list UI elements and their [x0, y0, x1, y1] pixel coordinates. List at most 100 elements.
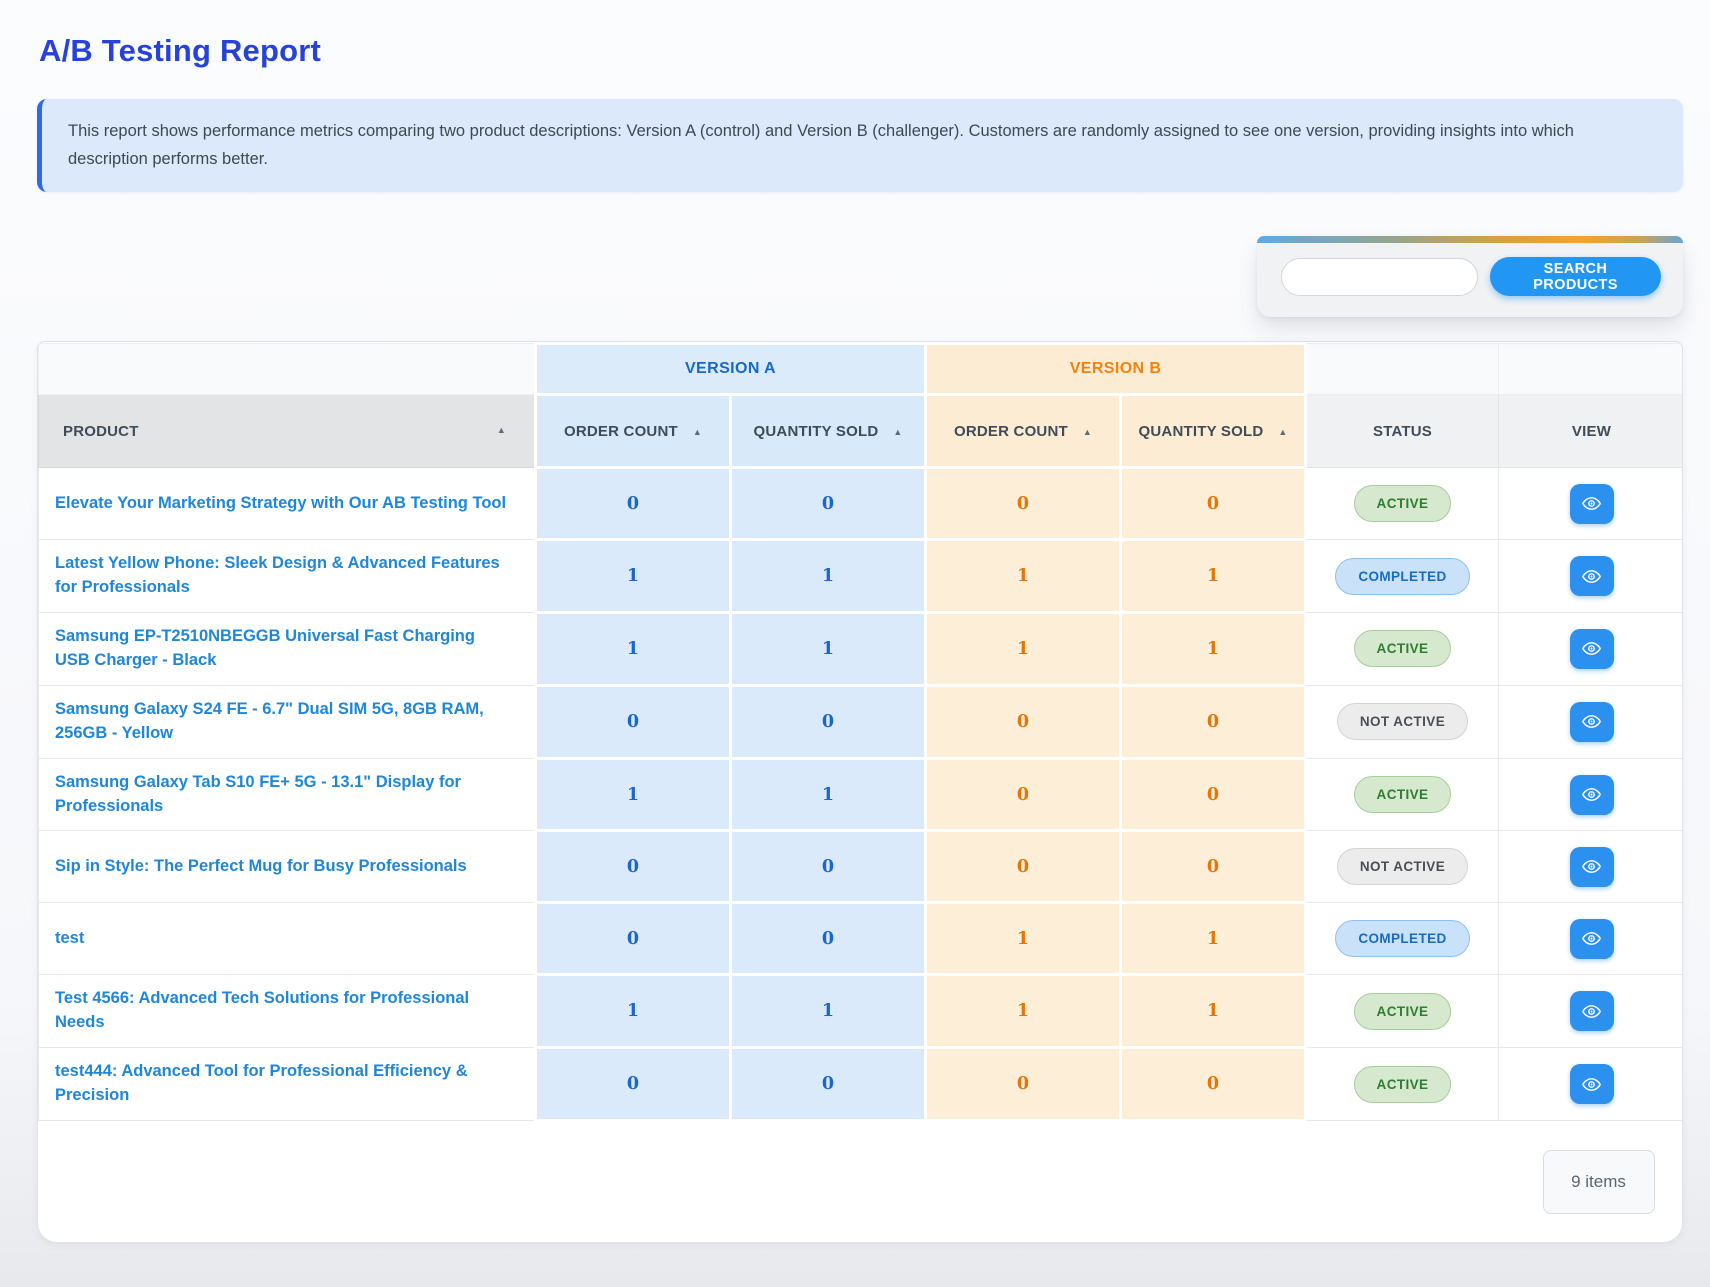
- sort-ascending-icon[interactable]: ▲: [497, 425, 506, 435]
- version-b-quantity-sold-cell: 0: [1119, 683, 1307, 760]
- sort-ascending-icon[interactable]: ▲: [893, 427, 902, 437]
- product-cell: test: [38, 902, 536, 976]
- version-b-quantity-sold-cell: 1: [1119, 610, 1307, 687]
- search-card: SEARCH PRODUCTS: [1257, 236, 1683, 318]
- product-link[interactable]: Sip in Style: The Perfect Mug for Busy P…: [55, 857, 467, 875]
- product-cell: Test 4566: Advanced Tech Solutions for P…: [38, 974, 536, 1049]
- status-badge: NOT ACTIVE: [1336, 848, 1469, 886]
- sort-ascending-icon[interactable]: ▲: [1083, 427, 1092, 437]
- product-cell: Elevate Your Marketing Strategy with Our…: [38, 467, 536, 541]
- view-button[interactable]: [1569, 991, 1614, 1032]
- version-b-quantity-sold-cell: 0: [1119, 1046, 1307, 1123]
- table-row: Test 4566: Advanced Tech Solutions for P…: [38, 973, 1682, 1050]
- version-b-order-count-cell: 1: [924, 538, 1122, 614]
- sort-ascending-icon[interactable]: ▲: [693, 427, 702, 437]
- status-badge: ACTIVE: [1353, 776, 1452, 814]
- version-a-label: VERSION A: [684, 360, 777, 378]
- version-a-quantity-sold-cell: 0: [729, 466, 927, 542]
- version-a-group-header: VERSION A: [534, 342, 927, 397]
- product-link[interactable]: Samsung Galaxy Tab S10 FE+ 5G - 13.1" Di…: [55, 773, 461, 815]
- search-products-button[interactable]: SEARCH PRODUCTS: [1490, 257, 1661, 297]
- status-cell: ACTIVE: [1305, 757, 1499, 832]
- status-cell: COMPLETED: [1305, 539, 1499, 613]
- table-row: Elevate Your Marketing Strategy with Our…: [38, 466, 1682, 542]
- status-header-label: STATUS: [1373, 422, 1432, 440]
- sort-ascending-icon[interactable]: ▲: [1278, 427, 1287, 437]
- version-b-order-count-cell: 0: [924, 756, 1122, 833]
- column-header-view: VIEW: [1498, 394, 1682, 469]
- view-button[interactable]: [1569, 628, 1614, 669]
- version-b-group-header: VERSION B: [924, 342, 1307, 397]
- status-badge: ACTIVE: [1353, 992, 1452, 1030]
- version-a-quantity-sold-cell: 1: [729, 538, 927, 614]
- view-cell: [1498, 902, 1682, 976]
- version-a-order-count-cell: 1: [534, 538, 732, 614]
- column-header-status: STATUS: [1305, 394, 1499, 469]
- eye-icon: [1582, 1077, 1601, 1091]
- status-badge: ACTIVE: [1353, 630, 1452, 668]
- product-cell: Samsung Galaxy Tab S10 FE+ 5G - 13.1" Di…: [38, 757, 536, 832]
- product-link[interactable]: Latest Yellow Phone: Sleek Design & Adva…: [55, 554, 500, 596]
- eye-icon: [1582, 569, 1601, 583]
- column-header-order-count-b[interactable]: ORDER COUNT ▲: [924, 393, 1122, 470]
- view-cell: [1498, 467, 1682, 541]
- version-a-quantity-sold-cell: 0: [729, 683, 927, 760]
- version-b-quantity-sold-cell: 1: [1119, 538, 1307, 614]
- view-button[interactable]: [1569, 774, 1614, 815]
- view-cell: [1498, 539, 1682, 613]
- product-link[interactable]: Elevate Your Marketing Strategy with Our…: [55, 494, 506, 512]
- view-button[interactable]: [1569, 918, 1614, 959]
- product-link[interactable]: Samsung Galaxy S24 FE - 6.7" Dual SIM 5G…: [55, 700, 484, 742]
- version-a-order-count-cell: 1: [534, 756, 732, 833]
- view-button[interactable]: [1569, 483, 1614, 524]
- column-header-order-count-a[interactable]: ORDER COUNT ▲: [534, 393, 732, 470]
- view-cell: [1498, 757, 1682, 832]
- view-cell: [1498, 974, 1682, 1049]
- view-cell: [1498, 684, 1682, 759]
- status-cell: NOT ACTIVE: [1305, 830, 1499, 904]
- eye-icon: [1582, 932, 1601, 946]
- eye-icon: [1582, 788, 1601, 801]
- search-input[interactable]: [1281, 257, 1478, 296]
- status-cell: ACTIVE: [1305, 1047, 1499, 1122]
- group-header-spacer: [1305, 343, 1499, 396]
- product-cell: Samsung EP-T2510NBEGGB Universal Fast Ch…: [38, 611, 536, 686]
- toolbar: SEARCH PRODUCTS: [37, 236, 1683, 318]
- ab-testing-report-page: A/B Testing Report This report shows per…: [0, 0, 1710, 1243]
- status-badge: COMPLETED: [1335, 920, 1470, 958]
- group-header-spacer: [1498, 343, 1682, 396]
- column-header-quantity-sold-a[interactable]: QUANTITY SOLD ▲: [729, 393, 927, 470]
- product-link[interactable]: Test 4566: Advanced Tech Solutions for P…: [55, 989, 469, 1031]
- view-button[interactable]: [1569, 846, 1614, 887]
- version-a-order-count-cell: 0: [534, 829, 732, 905]
- view-cell: [1498, 1047, 1682, 1122]
- table-row: test 0 0 1 1 COMPLETED: [38, 901, 1682, 977]
- column-header-product[interactable]: PRODUCT ▲: [38, 394, 536, 469]
- view-button[interactable]: [1569, 701, 1614, 742]
- table-row: Latest Yellow Phone: Sleek Design & Adva…: [38, 538, 1682, 614]
- version-b-label: VERSION B: [1069, 360, 1162, 378]
- version-a-quantity-sold-cell: 1: [729, 756, 927, 833]
- group-header-spacer: [38, 343, 536, 396]
- status-badge: NOT ACTIVE: [1336, 703, 1469, 741]
- version-b-order-count-cell: 0: [924, 683, 1122, 760]
- items-count-box: 9 items: [1542, 1149, 1655, 1214]
- status-cell: COMPLETED: [1305, 902, 1499, 976]
- product-link[interactable]: test: [55, 929, 84, 947]
- column-header-row: PRODUCT ▲ ORDER COUNT ▲ QUANTITY SOLD ▲ OR…: [38, 393, 1682, 470]
- group-header-row: VERSION A VERSION B: [38, 342, 1682, 397]
- page-title: A/B Testing Report: [39, 33, 322, 68]
- product-link[interactable]: test444: Advanced Tool for Professional …: [55, 1062, 468, 1104]
- ab-testing-table: VERSION A VERSION B PRODUCT ▲ ORDER COUN…: [38, 342, 1682, 1242]
- table-row: Samsung Galaxy Tab S10 FE+ 5G - 13.1" Di…: [38, 756, 1682, 833]
- view-button[interactable]: [1569, 556, 1614, 597]
- view-button[interactable]: [1569, 1064, 1614, 1105]
- version-b-quantity-sold-cell: 1: [1119, 901, 1307, 977]
- product-cell: Sip in Style: The Perfect Mug for Busy P…: [38, 830, 536, 904]
- product-link[interactable]: Samsung EP-T2510NBEGGB Universal Fast Ch…: [55, 627, 475, 669]
- product-header-label: PRODUCT: [63, 422, 139, 440]
- status-cell: ACTIVE: [1305, 611, 1499, 686]
- column-header-quantity-sold-b[interactable]: QUANTITY SOLD ▲: [1119, 393, 1307, 470]
- version-a-quantity-sold-cell: 1: [729, 973, 927, 1050]
- eye-icon: [1582, 860, 1601, 874]
